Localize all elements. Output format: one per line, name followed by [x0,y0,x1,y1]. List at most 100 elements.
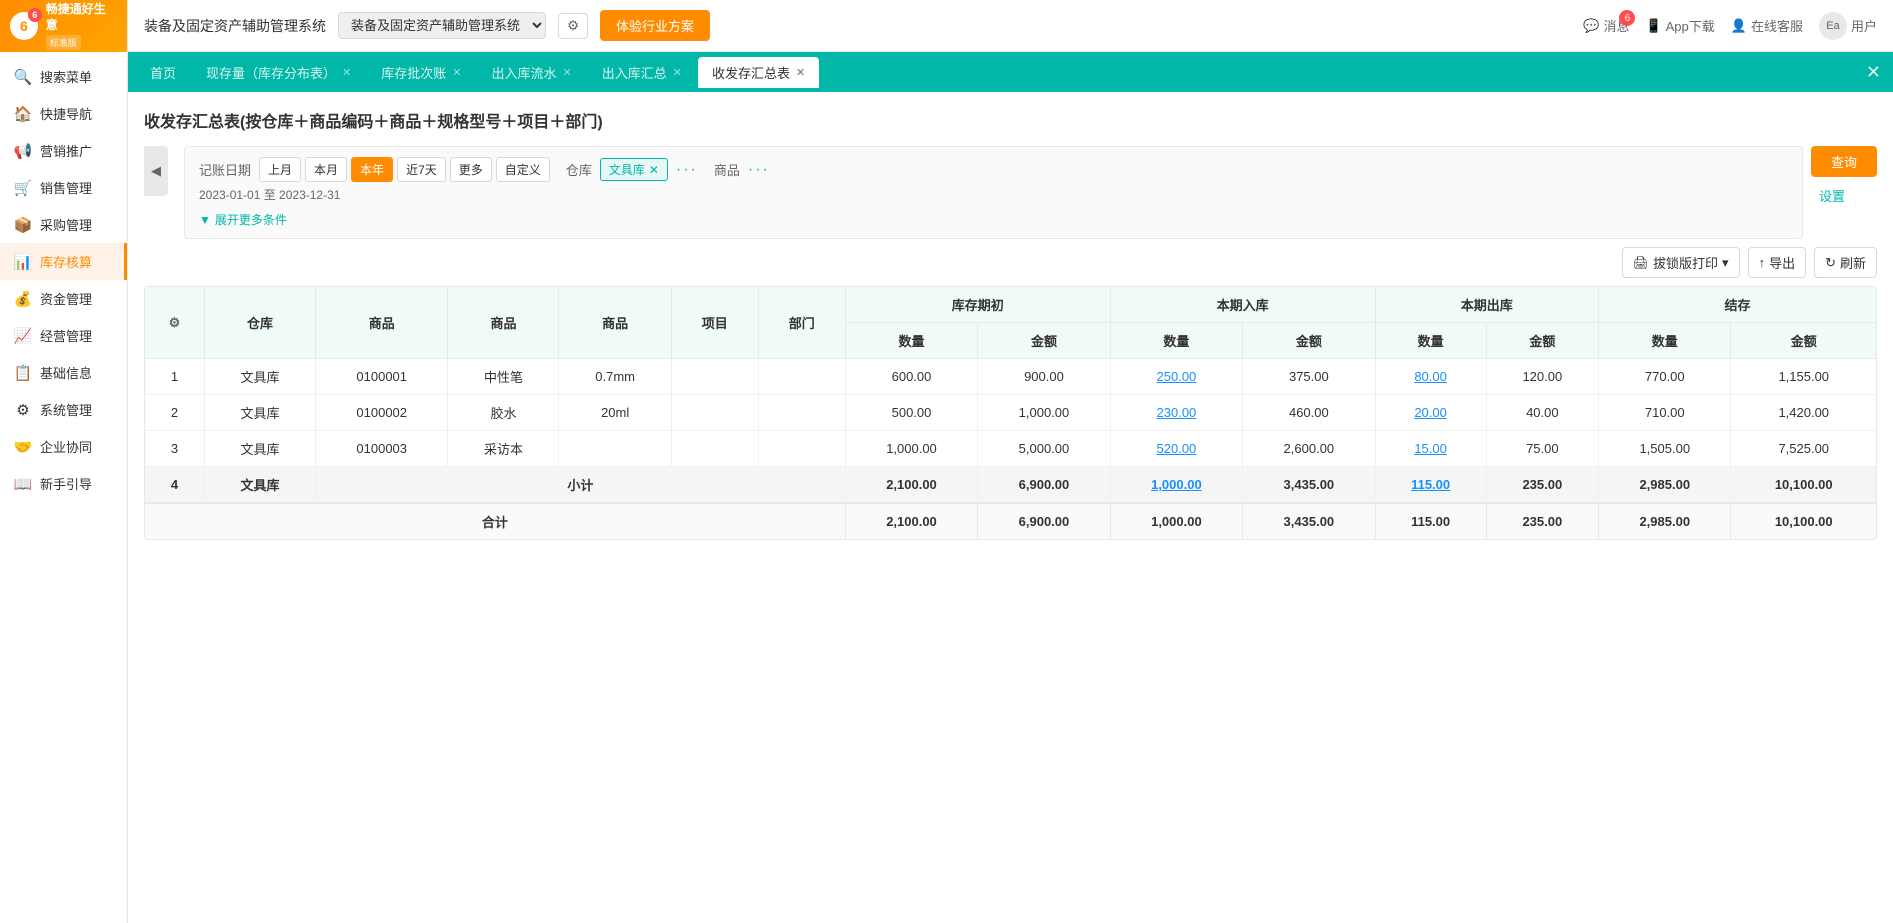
table-settings-icon[interactable]: ⚙ [169,315,181,330]
cell-closing-qty: 710.00 [1599,395,1731,431]
cell-in-qty[interactable]: 520.00 [1110,431,1242,467]
in-qty-link[interactable]: 230.00 [1157,405,1197,420]
cell-in-qty[interactable]: 250.00 [1110,359,1242,395]
online-service-button[interactable]: 👤 在线客服 [1731,16,1803,35]
message-button[interactable]: 💬 消息 6 [1583,16,1629,35]
sidebar-item-inventory[interactable]: 📊 库存核算 [0,243,127,280]
settings-text-button[interactable]: 设置 [1811,181,1877,210]
date-btn-more[interactable]: 更多 [450,157,492,182]
table-row: 1 文具库 0100001 中性笔 0.7mm 600.00 900.00 25… [145,359,1876,395]
sidebar-item-system[interactable]: ⚙ 系统管理 [0,391,127,428]
query-settings-group: 查询 设置 [1811,146,1877,210]
cell-closing-amt: 7,525.00 [1731,431,1876,467]
user-menu[interactable]: Ea 用户 [1819,12,1877,40]
print-label: 拔锁版打印 [1653,253,1718,272]
tab-inout-flow-close[interactable]: ✕ [563,66,572,79]
sidebar-item-finance[interactable]: 💰 资金管理 [0,280,127,317]
out-qty-link[interactable]: 20.00 [1414,405,1447,420]
sidebar-item-guide[interactable]: 📖 新手引导 [0,465,127,502]
warehouse-more[interactable]: ··· [676,161,698,179]
subtotal-out-amt: 235.00 [1486,467,1598,504]
system-select[interactable]: 装备及固定资产辅助管理系统 [338,12,546,39]
tab-inout-flow[interactable]: 出入库流水 ✕ [477,57,585,88]
date-btn-7days[interactable]: 近7天 [397,157,446,182]
cell-project [671,395,758,431]
out-qty-link[interactable]: 80.00 [1414,369,1447,384]
tab-recv-summary-close[interactable]: ✕ [796,66,805,79]
data-table-container: ⚙ 仓库 商品 商品 商品 项目 部门 库存期初 本期入库 本期出库 结存 [144,286,1877,540]
cell-opening-amt: 1,000.00 [978,395,1110,431]
marketing-icon: 📢 [14,142,32,160]
expand-conditions[interactable]: ▼ 展开更多条件 [199,211,1788,228]
date-btn-this-year[interactable]: 本年 [351,157,393,182]
tab-inventory-dist[interactable]: 现存量（库存分布表） ✕ [192,57,365,88]
sidebar-item-operation[interactable]: 📈 经营管理 [0,317,127,354]
sidebar-item-search[interactable]: 🔍 搜索菜单 [0,58,127,95]
sidebar-item-basic[interactable]: 📋 基础信息 [0,354,127,391]
print-button[interactable]: 🖨 拔锁版打印 ▾ [1622,247,1740,278]
cell-out-qty[interactable]: 20.00 [1375,395,1486,431]
subtotal-in-qty-link[interactable]: 1,000.00 [1151,477,1202,492]
cell-in-qty[interactable]: 230.00 [1110,395,1242,431]
sidebar-app-info: 畅捷通好生意 标准版 [46,2,117,50]
sidebar-item-purchase[interactable]: 📦 采购管理 [0,206,127,243]
warehouse-tag-text: 文具库 [609,161,645,178]
export-button[interactable]: ↑ 导出 [1748,247,1807,278]
system-icon: ⚙ [14,401,32,419]
subtotal-out-qty-link[interactable]: 115.00 [1411,477,1450,492]
total-opening-qty: 2,100.00 [845,503,977,539]
in-qty-link[interactable]: 520.00 [1157,441,1197,456]
refresh-label: 刷新 [1840,253,1866,272]
trial-button[interactable]: 体验行业方案 [600,10,710,41]
subtotal-closing-qty: 2,985.00 [1599,467,1731,504]
page-inner: 收发存汇总表(按仓库＋商品编码＋商品＋规格型号＋项目＋部门) ◀ 记账日期 上月… [128,92,1893,556]
date-btn-last-month[interactable]: 上月 [259,157,301,182]
cell-goods-code: 0100002 [315,395,447,431]
th-period-out: 本期出库 [1375,287,1598,323]
total-opening-amt: 6,900.00 [978,503,1110,539]
in-qty-link[interactable]: 250.00 [1157,369,1197,384]
goods-more[interactable]: ··· [748,161,770,179]
cell-warehouse: 文具库 [204,431,315,467]
cell-out-qty[interactable]: 80.00 [1375,359,1486,395]
warehouse-tag-close[interactable]: ✕ [649,163,659,177]
th-settings[interactable]: ⚙ [145,287,204,359]
total-in-amt: 3,435.00 [1243,503,1375,539]
refresh-button[interactable]: ↻ 刷新 [1814,247,1877,278]
query-button[interactable]: 查询 [1811,146,1877,177]
tab-inventory-dist-close[interactable]: ✕ [342,66,351,79]
sidebar-item-sales[interactable]: 🛒 销售管理 [0,169,127,206]
filter-toggle[interactable]: ◀ [144,146,168,196]
tab-home[interactable]: 首页 [136,57,190,88]
settings-button[interactable]: ⚙ [558,13,588,39]
sidebar-item-quicknav[interactable]: 🏠 快捷导航 [0,95,127,132]
warehouse-label: 仓库 [566,160,592,179]
goods-filter-group: 商品 ··· [714,160,770,179]
date-btn-custom[interactable]: 自定义 [496,157,550,182]
subtotal-out-qty[interactable]: 115.00 [1375,467,1486,504]
download-icon: 📱 [1645,18,1661,34]
cell-opening-amt: 5,000.00 [978,431,1110,467]
cell-goods-name: 中性笔 [448,359,559,395]
sidebar-item-enterprise[interactable]: 🤝 企业协同 [0,428,127,465]
page-title: 收发存汇总表(按仓库＋商品编码＋商品＋规格型号＋项目＋部门) [144,108,1877,132]
cell-department [758,395,845,431]
system-name: 装备及固定资产辅助管理系统 [144,16,326,36]
sidebar-header: 6 6 畅捷通好生意 标准版 [0,0,127,52]
expand-arrow: ▼ [199,213,211,227]
date-btn-this-month[interactable]: 本月 [305,157,347,182]
tab-batch-account-close[interactable]: ✕ [452,66,461,79]
cell-out-qty[interactable]: 15.00 [1375,431,1486,467]
tab-recv-summary[interactable]: 收发存汇总表 ✕ [698,57,819,88]
out-qty-link[interactable]: 15.00 [1414,441,1447,456]
app-download-label: App下载 [1666,16,1715,35]
subtotal-in-qty[interactable]: 1,000.00 [1110,467,1242,504]
tabs-close-all[interactable]: ✕ [1862,62,1885,83]
tab-batch-account[interactable]: 库存批次账 ✕ [367,57,475,88]
app-download-button[interactable]: 📱 App下载 [1645,16,1714,35]
sidebar-item-marketing[interactable]: 📢 营销推广 [0,132,127,169]
cell-department [758,359,845,395]
sidebar-menu: 🔍 搜索菜单 🏠 快捷导航 📢 营销推广 🛒 销售管理 📦 采购管理 📊 库存核… [0,52,127,923]
tab-inout-summary-close[interactable]: ✕ [673,66,682,79]
tab-inout-summary[interactable]: 出入库汇总 ✕ [588,57,696,88]
